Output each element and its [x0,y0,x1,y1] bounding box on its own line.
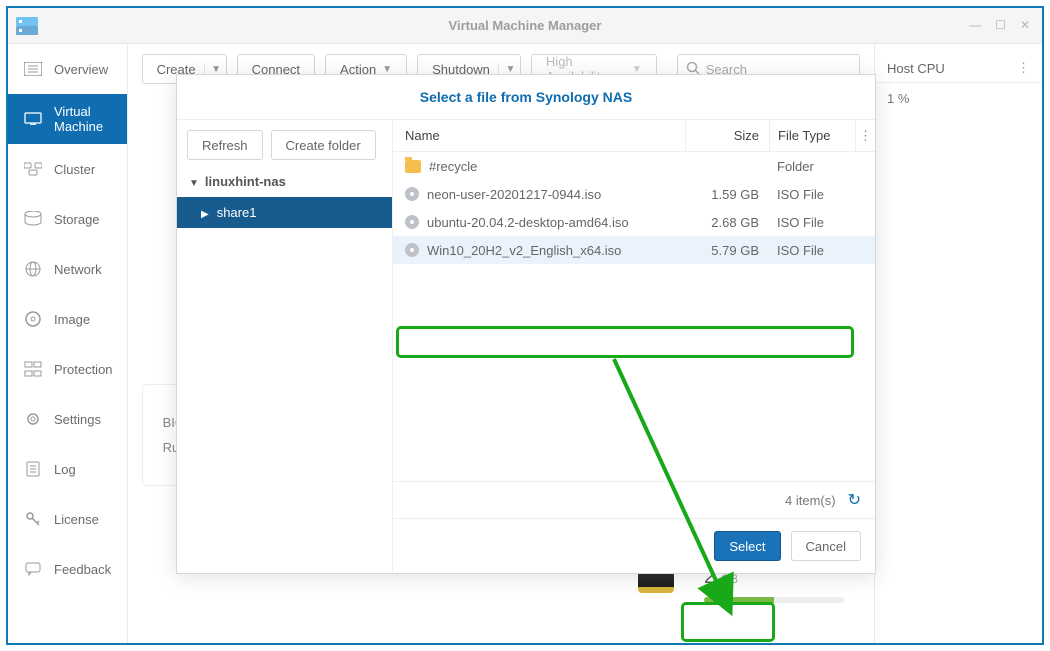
sidebar-item-protection[interactable]: Protection [8,344,127,394]
chevron-down-icon[interactable]: ▼ [204,64,222,75]
refresh-icon[interactable]: ↻ [848,490,861,510]
file-name: ubuntu-20.04.2-desktop-amd64.iso [427,215,629,230]
sidebar-item-settings[interactable]: Settings [8,394,127,444]
chevron-down-icon: ▼ [632,64,642,75]
disc-icon [405,243,419,257]
file-type: ISO File [769,187,855,202]
sidebar-item-log[interactable]: Log [8,444,127,494]
host-cpu-value: 1 % [887,91,909,106]
select-button[interactable]: Select [714,531,780,561]
file-name: #recycle [429,159,477,174]
chevron-right-icon: ▶ [201,209,209,220]
minimize-icon[interactable]: — [969,18,981,32]
sidebar-item-label: Cluster [54,162,95,177]
file-row[interactable]: neon-user-20201217-0944.iso 1.59 GBISO Fi… [393,180,875,208]
file-name: neon-user-20201217-0944.iso [427,187,601,202]
file-size: 5.79 GB [685,243,769,258]
sidebar-item-label: Virtual Machine [54,104,127,134]
sidebar-item-cluster[interactable]: Cluster [8,144,127,194]
disc-icon [405,187,419,201]
protection-icon [24,360,42,378]
sidebar-item-label: Feedback [54,562,111,577]
tree-item-share1[interactable]: ▶share1 [177,197,392,228]
sidebar-item-label: Storage [54,212,100,227]
network-icon [24,260,42,278]
sidebar-item-overview[interactable]: Overview [8,44,127,94]
vm-icon [24,110,42,128]
col-size[interactable]: Size [685,120,769,151]
chevron-down-icon: ▼ [189,178,199,189]
sidebar-item-label: Settings [54,412,101,427]
sidebar-item-label: Overview [54,62,108,77]
file-list: #recycle Folder neon-user-20201217-0944.is… [393,152,875,481]
file-type: ISO File [769,243,855,258]
sidebar: Overview Virtual Machine Cluster Storage… [8,44,128,643]
col-name[interactable]: Name [393,128,685,143]
log-icon [24,460,42,478]
more-icon[interactable]: ⋮ [1017,60,1030,76]
sidebar-item-license[interactable]: License [8,494,127,544]
cancel-button[interactable]: Cancel [791,531,861,561]
folder-icon [405,160,421,173]
right-panel: Host CPU ⋮ 1 % [874,44,1042,643]
file-size: 1.59 GB [685,187,769,202]
image-icon [24,310,42,328]
titlebar: Virtual Machine Manager — ☐ ✕ [8,8,1042,44]
host-cpu-title: Host CPU [887,61,945,76]
col-type[interactable]: File Type [769,120,855,151]
dialog-title: Select a file from Synology NAS [177,75,875,119]
close-icon[interactable]: ✕ [1020,18,1030,32]
sidebar-item-virtual-machine[interactable]: Virtual Machine [8,94,127,144]
sidebar-item-label: Log [54,462,76,477]
feedback-icon [24,560,42,578]
item-count: 4 item(s) [785,493,836,508]
overview-icon [24,60,42,78]
file-row[interactable]: ubuntu-20.04.2-desktop-amd64.iso 2.68 GBI… [393,208,875,236]
chevron-down-icon: ▼ [382,64,392,75]
sidebar-item-label: Network [54,262,102,277]
file-size: 2.68 GB [685,215,769,230]
disc-icon [405,215,419,229]
file-row[interactable]: Win10_20H2_v2_English_x64.iso 5.79 GBISO … [393,236,875,264]
file-type: Folder [769,159,855,174]
sidebar-item-feedback[interactable]: Feedback [8,544,127,594]
file-list-header: Name Size File Type ⋮ [393,120,875,152]
file-row[interactable]: #recycle Folder [393,152,875,180]
storage-icon [24,210,42,228]
sidebar-item-network[interactable]: Network [8,244,127,294]
file-type: ISO File [769,215,855,230]
sidebar-item-label: Protection [54,362,113,377]
cluster-icon [24,160,42,178]
sidebar-item-label: License [54,512,99,527]
file-name: Win10_20H2_v2_English_x64.iso [427,243,621,258]
gear-icon [24,410,42,428]
memory-unit: GB [721,572,738,586]
sidebar-item-storage[interactable]: Storage [8,194,127,244]
file-select-dialog: Select a file from Synology NAS Refresh … [176,74,876,574]
memory-bar [704,597,844,603]
refresh-button[interactable]: Refresh [187,130,263,160]
key-icon [24,510,42,528]
tree-root[interactable]: ▼linuxhint-nas [177,166,392,197]
chevron-down-icon[interactable]: ▼ [498,64,516,75]
app-title: Virtual Machine Manager [8,18,1042,33]
create-folder-button[interactable]: Create folder [271,130,376,160]
sidebar-item-label: Image [54,312,90,327]
sidebar-item-image[interactable]: Image [8,294,127,344]
more-icon[interactable]: ⋮ [855,120,875,151]
maximize-icon[interactable]: ☐ [995,18,1006,32]
